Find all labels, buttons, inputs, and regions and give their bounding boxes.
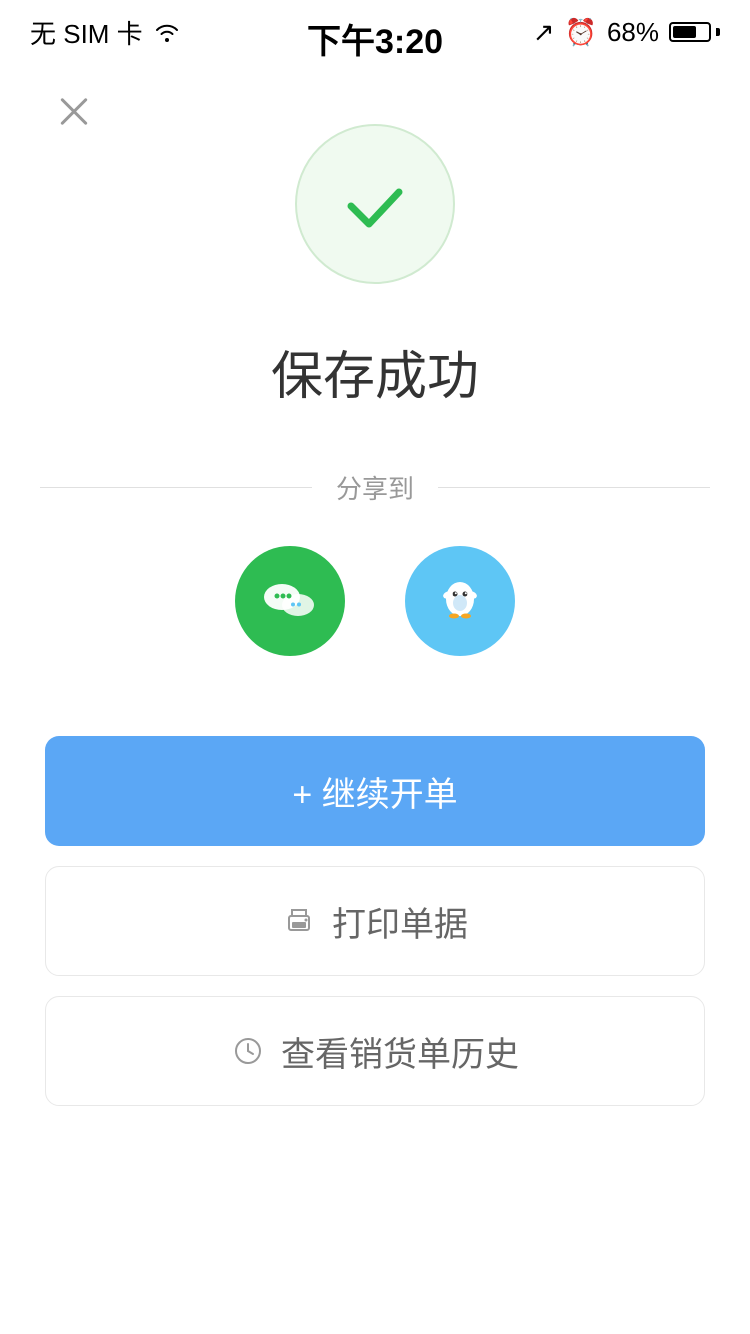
share-label: 分享到: [312, 469, 438, 506]
wifi-icon: [153, 22, 181, 42]
history-button-label: 查看销货单历史: [281, 1027, 519, 1076]
battery-icon: [669, 22, 720, 42]
qq-share-button[interactable]: [405, 546, 515, 656]
main-content: 保存成功 分享到: [0, 64, 750, 1106]
success-title: 保存成功: [271, 334, 479, 409]
status-left: 无 SIM 卡: [30, 14, 181, 51]
close-button[interactable]: [44, 80, 104, 140]
print-button-label: 打印单据: [332, 897, 468, 946]
battery-percent: 68%: [607, 17, 659, 48]
qq-icon: [428, 569, 492, 633]
success-circle: [295, 124, 455, 284]
close-icon: [56, 92, 92, 128]
print-button[interactable]: 打印单据: [45, 866, 705, 976]
divider-right: [438, 487, 710, 488]
status-right: ↗ ⏰ 68%: [533, 17, 720, 48]
history-button[interactable]: 查看销货单历史: [45, 996, 705, 1106]
wechat-share-button[interactable]: [235, 546, 345, 656]
share-divider: 分享到: [0, 469, 750, 506]
history-icon: [231, 1034, 265, 1068]
status-bar: 无 SIM 卡 下午3:20 ↗ ⏰ 68%: [0, 0, 750, 64]
checkmark-icon: [335, 164, 415, 244]
wechat-icon: [258, 569, 322, 633]
divider-left: [40, 487, 312, 488]
sim-text: 无 SIM 卡: [30, 14, 143, 51]
status-time: 下午3:20: [307, 14, 443, 63]
continue-button[interactable]: + 继续开单: [45, 736, 705, 846]
print-icon: [282, 904, 316, 938]
location-icon: ↗: [533, 17, 555, 48]
continue-button-label: + 继续开单: [292, 767, 457, 816]
action-buttons: + 继续开单 打印单据 查看销货单历史: [45, 736, 705, 1106]
alarm-icon: ⏰: [565, 17, 597, 48]
share-icons: [235, 546, 515, 656]
